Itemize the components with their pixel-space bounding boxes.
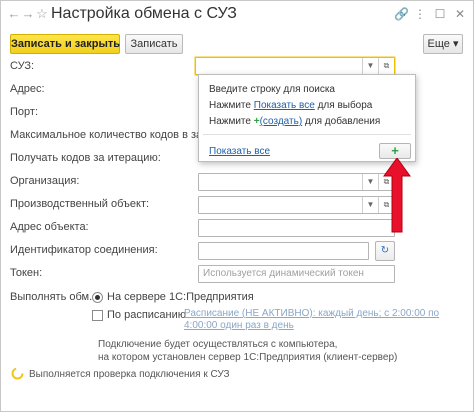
save-and-close-button[interactable]: Записать и закрыть <box>10 34 120 54</box>
note-line-2: на котором установлен сервер 1С:Предприя… <box>98 352 398 363</box>
on-server-radio[interactable] <box>92 292 103 303</box>
more-button-label: Еще <box>427 38 450 50</box>
popup-hint-search: Введите строку для поиска <box>209 84 335 95</box>
organization-field[interactable]: ▼ ⧉ <box>198 173 395 191</box>
address-label: Адрес: <box>10 83 45 95</box>
token-label: Токен: <box>10 267 43 279</box>
forward-icon[interactable]: → <box>21 7 35 21</box>
loading-spinner-icon <box>11 367 24 380</box>
codes-per-iteration-label: Получать кодов за итерацию: <box>10 152 161 164</box>
back-icon[interactable]: ← <box>7 7 21 21</box>
popup-show-all-inline-link[interactable]: Показать все <box>254 100 315 111</box>
show-all-link[interactable]: Показать все <box>209 146 270 157</box>
note-line-1: Подключение будет осуществляться с компь… <box>98 339 338 350</box>
suz-field[interactable]: ▼ ⧉ <box>195 57 395 75</box>
dropdown-arrow-icon[interactable]: ▼ <box>362 197 378 213</box>
suz-dropdown-popup: Введите строку для поиска Нажмите Показа… <box>198 74 416 162</box>
connection-id-field[interactable] <box>198 242 369 260</box>
popup-hint-create: Нажмите +(создать) для добавления <box>209 116 380 127</box>
link-icon[interactable]: 🔗 <box>394 7 409 21</box>
max-codes-label: Максимальное количество кодов в заказе: <box>10 129 228 141</box>
on-schedule-checkbox[interactable] <box>92 310 103 321</box>
popup-text: Нажмите <box>209 100 254 111</box>
token-field[interactable]: Используется динамический токен <box>198 265 395 283</box>
favorite-icon[interactable]: ☆ <box>35 7 49 21</box>
organization-label: Организация: <box>10 175 80 187</box>
popup-text: для добавления <box>302 116 381 127</box>
object-address-label: Адрес объекта: <box>10 221 89 233</box>
object-address-field[interactable] <box>198 219 395 237</box>
title-bar: ← → ☆ Настройка обмена с СУЗ 🔗 ⋮ ☐ ✕ <box>1 1 473 29</box>
on-server-label: На сервере 1С:Предприятия <box>107 291 254 303</box>
schedule-link[interactable]: Расписание (НЕ АКТИВНО): каждый день; с … <box>184 308 454 332</box>
production-object-field[interactable]: ▼ ⧉ <box>198 196 395 214</box>
close-icon[interactable]: ✕ <box>453 7 467 21</box>
more-button[interactable]: Еще ▾ <box>423 34 463 54</box>
suz-label: СУЗ: <box>10 60 35 72</box>
execute-exchange-label: Выполнять обм... <box>10 291 99 303</box>
red-arrow-annotation <box>383 158 411 233</box>
popup-text: Нажмите <box>209 116 254 127</box>
on-schedule-label: По расписанию <box>107 309 187 321</box>
chevron-down-icon: ▾ <box>452 38 459 50</box>
popup-create-link[interactable]: (создать) <box>260 116 303 127</box>
dropdown-arrow-icon[interactable]: ▼ <box>362 174 378 190</box>
dropdown-arrow-icon[interactable]: ▼ <box>362 58 378 74</box>
create-button[interactable]: + <box>379 143 411 159</box>
connection-id-label: Идентификатор соединения: <box>10 244 158 256</box>
more-actions-icon[interactable]: ⋮ <box>413 7 427 21</box>
popup-divider <box>203 134 411 135</box>
save-button[interactable]: Записать <box>125 34 183 54</box>
maximize-icon[interactable]: ☐ <box>433 7 447 21</box>
open-icon[interactable]: ⧉ <box>378 58 394 74</box>
token-placeholder: Используется динамический токен <box>203 268 364 279</box>
popup-text: для выбора <box>314 100 373 111</box>
settings-window: ← → ☆ Настройка обмена с СУЗ 🔗 ⋮ ☐ ✕ Зап… <box>0 0 474 412</box>
production-object-label: Производственный объект: <box>10 198 150 210</box>
popup-hint-show-all: Нажмите Показать все для выбора <box>209 100 372 111</box>
refresh-icon: ↻ <box>380 245 390 256</box>
refresh-connection-button[interactable]: ↻ <box>375 241 395 261</box>
status-text: Выполняется проверка подключения к СУЗ <box>29 369 230 380</box>
port-label: Порт: <box>10 106 38 118</box>
window-title: Настройка обмена с СУЗ <box>51 5 237 22</box>
